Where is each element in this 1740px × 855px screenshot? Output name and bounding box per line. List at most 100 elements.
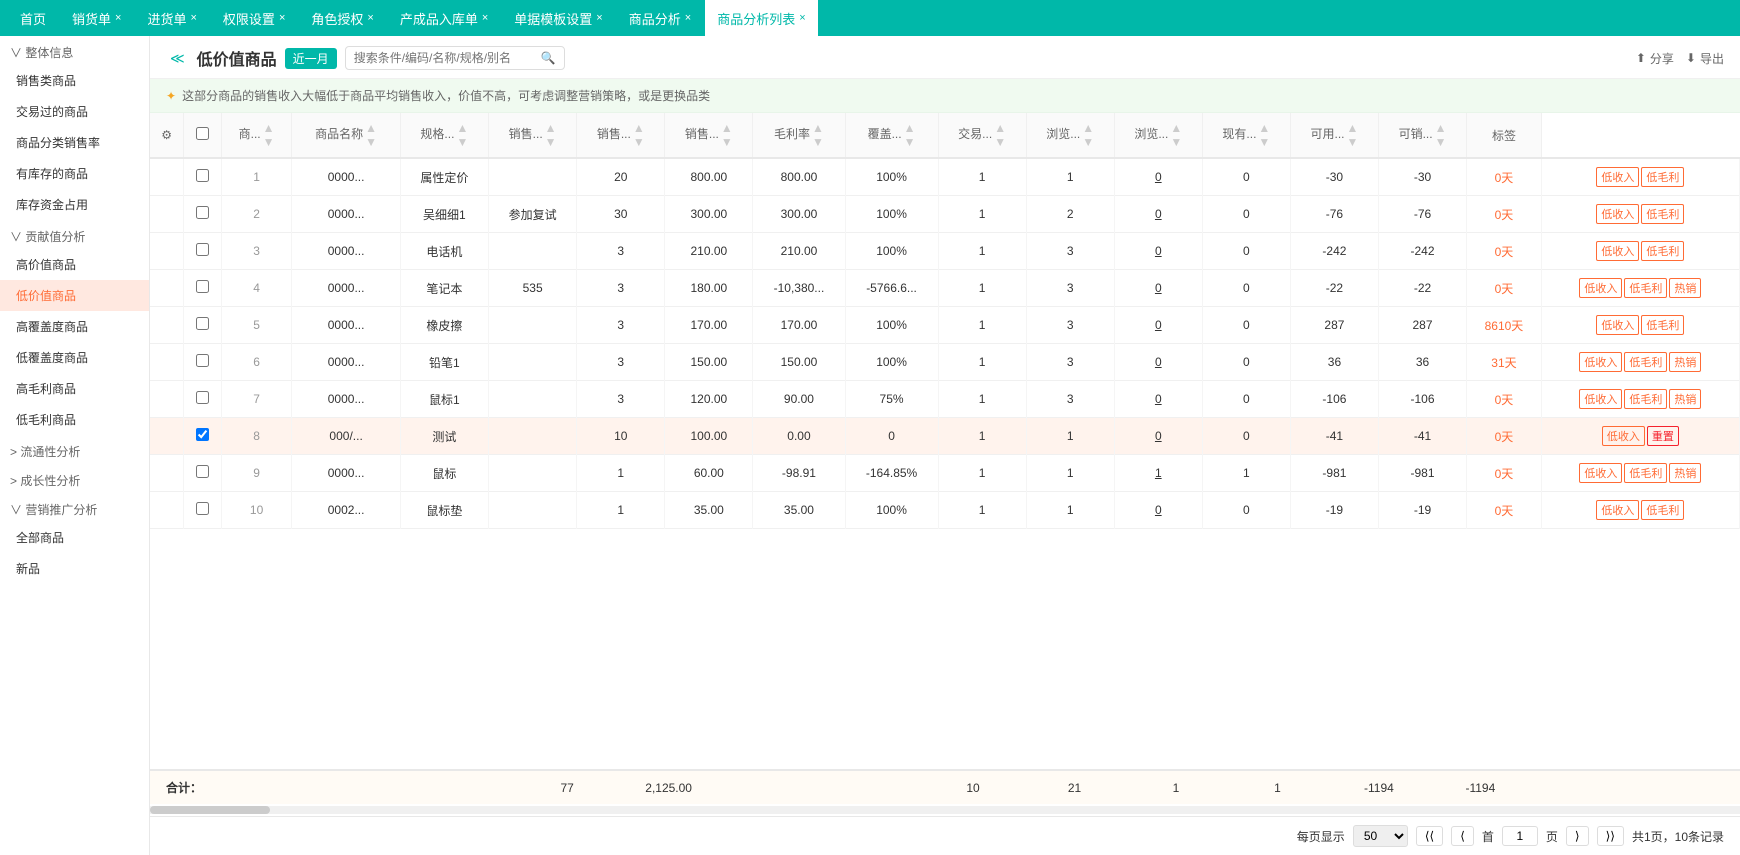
col-sellable[interactable]: 可销...▲▼ — [1378, 113, 1466, 158]
col-browse1[interactable]: 浏览...▲▼ — [1026, 113, 1114, 158]
cell-browse1[interactable]: 0 — [1114, 381, 1202, 418]
row-checkbox[interactable] — [196, 428, 209, 441]
cell-checkbox[interactable] — [184, 196, 222, 233]
sidebar-item-all-goods[interactable]: 全部商品 — [0, 522, 149, 553]
sidebar-item-category-rate[interactable]: 商品分类销售率 — [0, 127, 149, 158]
nav-product-analysis-list[interactable]: 商品分析列表 × — [705, 0, 817, 36]
horizontal-scrollbar[interactable] — [150, 806, 1740, 814]
sidebar-item-stocked-goods[interactable]: 有库存的商品 — [0, 158, 149, 189]
row-checkbox[interactable] — [196, 206, 209, 219]
sidebar-item-low-coverage[interactable]: 低覆盖度商品 — [0, 342, 149, 373]
first-page-button[interactable]: ⟨⟨ — [1416, 826, 1443, 846]
col-spec[interactable]: 规格...▲▼ — [400, 113, 488, 158]
cell-checkbox[interactable] — [184, 381, 222, 418]
cell-checkbox[interactable] — [184, 455, 222, 492]
sidebar-item-low-margin[interactable]: 低毛利商品 — [0, 404, 149, 435]
sidebar-item-traded-goods[interactable]: 交易过的商品 — [0, 96, 149, 127]
cell-browse1[interactable]: 0 — [1114, 344, 1202, 381]
search-input[interactable] — [354, 51, 537, 65]
col-available[interactable]: 可用...▲▼ — [1290, 113, 1378, 158]
cell-checkbox[interactable] — [184, 158, 222, 196]
share-button[interactable]: ⬆ 分享 — [1636, 50, 1674, 67]
col-sales-qty[interactable]: 销售...▲▼ — [489, 113, 577, 158]
nav-purchase-order[interactable]: 进货单 × — [135, 0, 208, 36]
row-checkbox[interactable] — [196, 243, 209, 256]
col-settings[interactable]: ⚙ — [150, 113, 184, 158]
sidebar-group-overall[interactable]: ∨ 整体信息 — [0, 36, 149, 65]
nav-permissions[interactable]: 权限设置 × — [211, 0, 297, 36]
browse1-value[interactable]: 0 — [1155, 281, 1162, 295]
per-page-select[interactable]: 50 20 100 — [1353, 825, 1408, 847]
browse1-value[interactable]: 0 — [1155, 429, 1162, 443]
col-code[interactable]: 商...▲▼ — [221, 113, 292, 158]
cell-browse1[interactable]: 0 — [1114, 270, 1202, 307]
page-number-input[interactable] — [1502, 826, 1538, 846]
browse1-value[interactable]: 0 — [1155, 244, 1162, 258]
col-sales-amt[interactable]: 销售...▲▼ — [577, 113, 665, 158]
sidebar-group-circulation[interactable]: > 流通性分析 — [0, 435, 149, 464]
sidebar-item-inventory-funds[interactable]: 库存资金占用 — [0, 189, 149, 220]
row-checkbox[interactable] — [196, 391, 209, 404]
sidebar-group-contribution[interactable]: ∨ 贡献值分析 — [0, 220, 149, 249]
next-page-button[interactable]: ⟩ — [1566, 826, 1589, 846]
cell-browse1[interactable]: 0 — [1114, 418, 1202, 455]
nav-home[interactable]: 首页 — [8, 0, 58, 36]
select-all-checkbox[interactable] — [196, 127, 209, 140]
col-tags[interactable]: 标签 — [1467, 113, 1542, 158]
collapse-sidebar-btn[interactable]: ≪ — [166, 50, 189, 67]
row-checkbox[interactable] — [196, 280, 209, 293]
browse1-value[interactable]: 0 — [1155, 355, 1162, 369]
col-checkbox[interactable] — [184, 113, 222, 158]
cell-checkbox[interactable] — [184, 270, 222, 307]
row-checkbox[interactable] — [196, 465, 209, 478]
cell-browse1[interactable]: 0 — [1114, 158, 1202, 196]
filter-tag-recent-month[interactable]: 近一月 — [285, 48, 337, 69]
browse1-value[interactable]: 0 — [1155, 207, 1162, 221]
cell-checkbox[interactable] — [184, 418, 222, 455]
col-gross-margin[interactable]: 毛利率▲▼ — [753, 113, 845, 158]
col-stock[interactable]: 现有...▲▼ — [1202, 113, 1290, 158]
sidebar-item-high-coverage[interactable]: 高覆盖度商品 — [0, 311, 149, 342]
cell-sales-qty: 3 — [577, 381, 665, 418]
browse1-value[interactable]: 0 — [1155, 170, 1162, 184]
browse1-value[interactable]: 0 — [1155, 503, 1162, 517]
search-icon[interactable]: 🔍 — [541, 51, 556, 65]
row-checkbox[interactable] — [196, 169, 209, 182]
browse1-value[interactable]: 0 — [1155, 392, 1162, 406]
sidebar-group-marketing[interactable]: ∨ 营销推广分析 — [0, 493, 149, 522]
nav-template-settings[interactable]: 单据模板设置 × — [502, 0, 614, 36]
sidebar-item-high-value[interactable]: 高价值商品 — [0, 249, 149, 280]
browse1-value[interactable]: 1 — [1155, 466, 1162, 480]
col-coverage[interactable]: 覆盖...▲▼ — [845, 113, 938, 158]
sidebar-item-low-value[interactable]: 低价值商品 — [0, 280, 149, 311]
scrollbar-thumb[interactable] — [150, 806, 270, 814]
col-sales-cost[interactable]: 销售...▲▼ — [665, 113, 753, 158]
nav-product-stock[interactable]: 产成品入库单 × — [388, 0, 500, 36]
cell-checkbox[interactable] — [184, 233, 222, 270]
row-checkbox[interactable] — [196, 502, 209, 515]
sidebar-item-sales-goods[interactable]: 销售类商品 — [0, 65, 149, 96]
row-checkbox[interactable] — [196, 354, 209, 367]
cell-browse1[interactable]: 1 — [1114, 455, 1202, 492]
nav-product-analysis[interactable]: 商品分析 × — [617, 0, 703, 36]
row-checkbox[interactable] — [196, 317, 209, 330]
cell-browse1[interactable]: 0 — [1114, 196, 1202, 233]
nav-role-auth[interactable]: 角色授权 × — [299, 0, 385, 36]
cell-checkbox[interactable] — [184, 492, 222, 529]
sidebar-group-growth[interactable]: > 成长性分析 — [0, 464, 149, 493]
last-page-button[interactable]: ⟩⟩ — [1597, 826, 1624, 846]
col-browse2[interactable]: 浏览...▲▼ — [1114, 113, 1202, 158]
export-button[interactable]: ⬇ 导出 — [1686, 50, 1724, 67]
cell-browse1[interactable]: 0 — [1114, 307, 1202, 344]
cell-checkbox[interactable] — [184, 344, 222, 381]
prev-page-button[interactable]: ⟨ — [1451, 826, 1474, 846]
sidebar-item-new-goods[interactable]: 新品 — [0, 553, 149, 584]
nav-sales-order[interactable]: 销货单 × — [60, 0, 133, 36]
browse1-value[interactable]: 0 — [1155, 318, 1162, 332]
cell-checkbox[interactable] — [184, 307, 222, 344]
sidebar-item-high-margin[interactable]: 高毛利商品 — [0, 373, 149, 404]
cell-browse1[interactable]: 0 — [1114, 233, 1202, 270]
cell-browse1[interactable]: 0 — [1114, 492, 1202, 529]
col-trade[interactable]: 交易...▲▼ — [938, 113, 1026, 158]
col-name[interactable]: 商品名称▲▼ — [292, 113, 400, 158]
